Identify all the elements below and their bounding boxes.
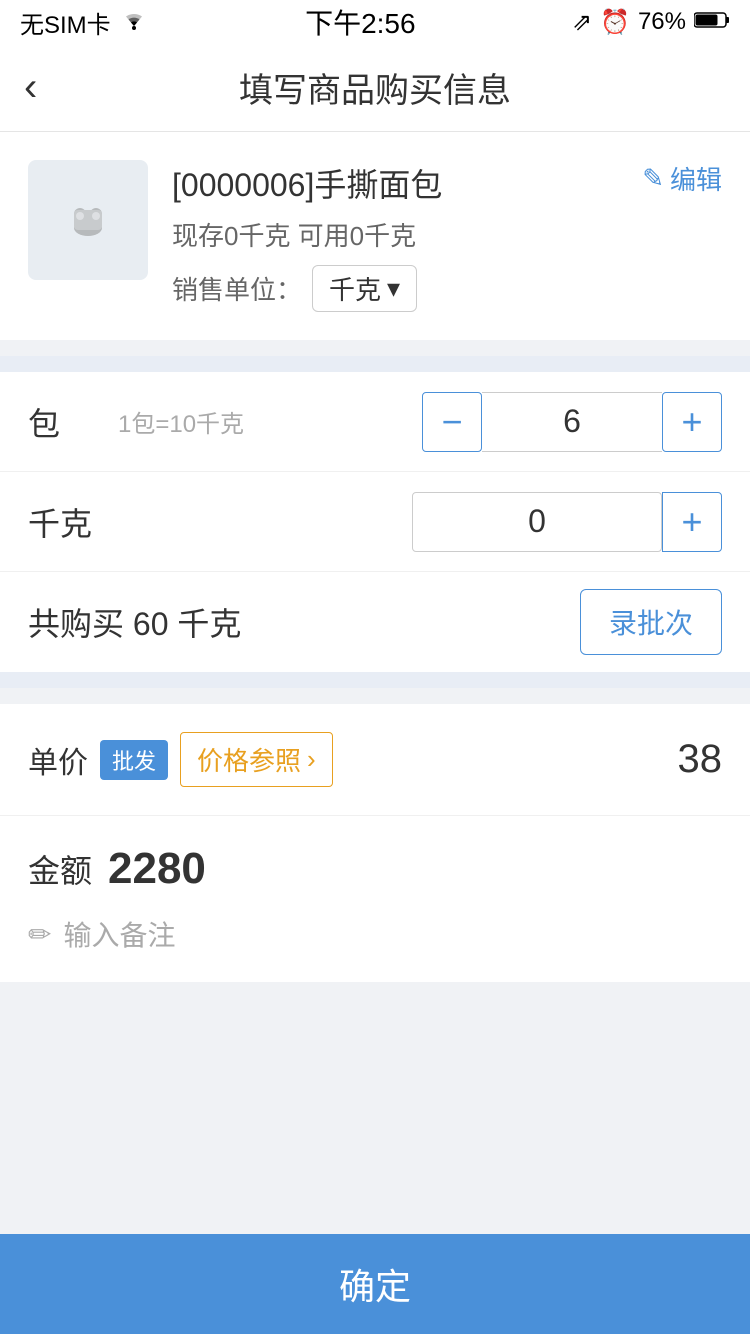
pencil-icon: ✏ xyxy=(28,918,51,951)
edit-icon: ✎ xyxy=(642,163,664,194)
status-bar: 无SIM卡 下午2:56 ⇗ ⏰ 76% xyxy=(0,0,750,44)
bao-increment-button[interactable]: + xyxy=(662,392,722,452)
amount-row: 金额 2280 xyxy=(28,844,722,894)
alarm-icon: ⏰ xyxy=(600,8,630,37)
separator-2 xyxy=(0,672,750,688)
chevron-down-icon: ▾ xyxy=(387,273,400,304)
bao-input-row: 包 1包=10千克 − + xyxy=(0,372,750,472)
bao-quantity-input[interactable] xyxy=(482,392,662,452)
total-row: 共购买 60 千克 录批次 xyxy=(0,572,750,672)
product-stock: 现存0千克 可用0千克 xyxy=(172,216,722,253)
kg-input-row: 千克 + xyxy=(0,472,750,572)
bao-quantity-control: − + xyxy=(422,392,722,452)
price-section: 单价 批发 价格参照 › 38 xyxy=(0,704,750,816)
location-icon: ⇗ xyxy=(572,8,592,37)
remark-row[interactable]: ✏ 输入备注 xyxy=(28,914,722,954)
battery-icon xyxy=(694,8,730,36)
carrier-label: 无SIM卡 xyxy=(20,5,111,40)
separator-1 xyxy=(0,356,750,372)
status-right: ⇗ ⏰ 76% xyxy=(572,8,730,37)
kg-label: 千克 xyxy=(28,499,108,545)
product-image xyxy=(28,160,148,280)
input-section: 包 1包=10千克 − + 千克 + xyxy=(0,372,750,572)
kg-increment-button[interactable]: + xyxy=(662,492,722,552)
amount-value: 2280 xyxy=(108,844,206,894)
bao-hint: 1包=10千克 xyxy=(118,404,422,439)
wifi-icon xyxy=(119,8,149,37)
back-button[interactable]: ‹ xyxy=(24,65,37,110)
batch-button[interactable]: 录批次 xyxy=(580,589,722,655)
product-name: [0000006]手撕面包 xyxy=(172,160,722,206)
product-info: [0000006]手撕面包 现存0千克 可用0千克 销售单位： 千克 ▾ xyxy=(172,160,722,312)
page-title: 填写商品购买信息 xyxy=(239,63,511,112)
bao-label: 包 xyxy=(28,399,108,445)
status-time: 下午2:56 xyxy=(305,2,416,42)
nav-bar: ‹ 填写商品购买信息 xyxy=(0,44,750,132)
bao-decrement-button[interactable]: − xyxy=(422,392,482,452)
edit-button[interactable]: ✎ 编辑 xyxy=(642,160,722,197)
remark-label: 输入备注 xyxy=(63,914,175,954)
unit-select[interactable]: 千克 ▾ xyxy=(312,265,417,312)
amount-section: 金额 2280 ✏ 输入备注 xyxy=(0,816,750,982)
product-unit-row: 销售单位： 千克 ▾ xyxy=(172,265,722,312)
amount-label: 金额 xyxy=(28,846,92,892)
price-value: 38 xyxy=(678,737,723,782)
batch-tag: 批发 xyxy=(100,740,168,780)
chevron-right-icon: › xyxy=(307,744,316,775)
total-text: 共购买 60 千克 xyxy=(28,599,241,645)
status-left: 无SIM卡 xyxy=(20,5,149,40)
product-card: [0000006]手撕面包 现存0千克 可用0千克 销售单位： 千克 ▾ ✎ 编… xyxy=(0,132,750,340)
battery-label: 76% xyxy=(638,8,686,36)
confirm-button[interactable]: 确定 xyxy=(0,1234,750,1334)
kg-quantity-input[interactable] xyxy=(412,492,662,552)
unit-label: 销售单位： xyxy=(172,270,302,307)
price-label: 单价 批发 价格参照 › xyxy=(28,732,333,787)
price-ref-button[interactable]: 价格参照 › xyxy=(180,732,333,787)
